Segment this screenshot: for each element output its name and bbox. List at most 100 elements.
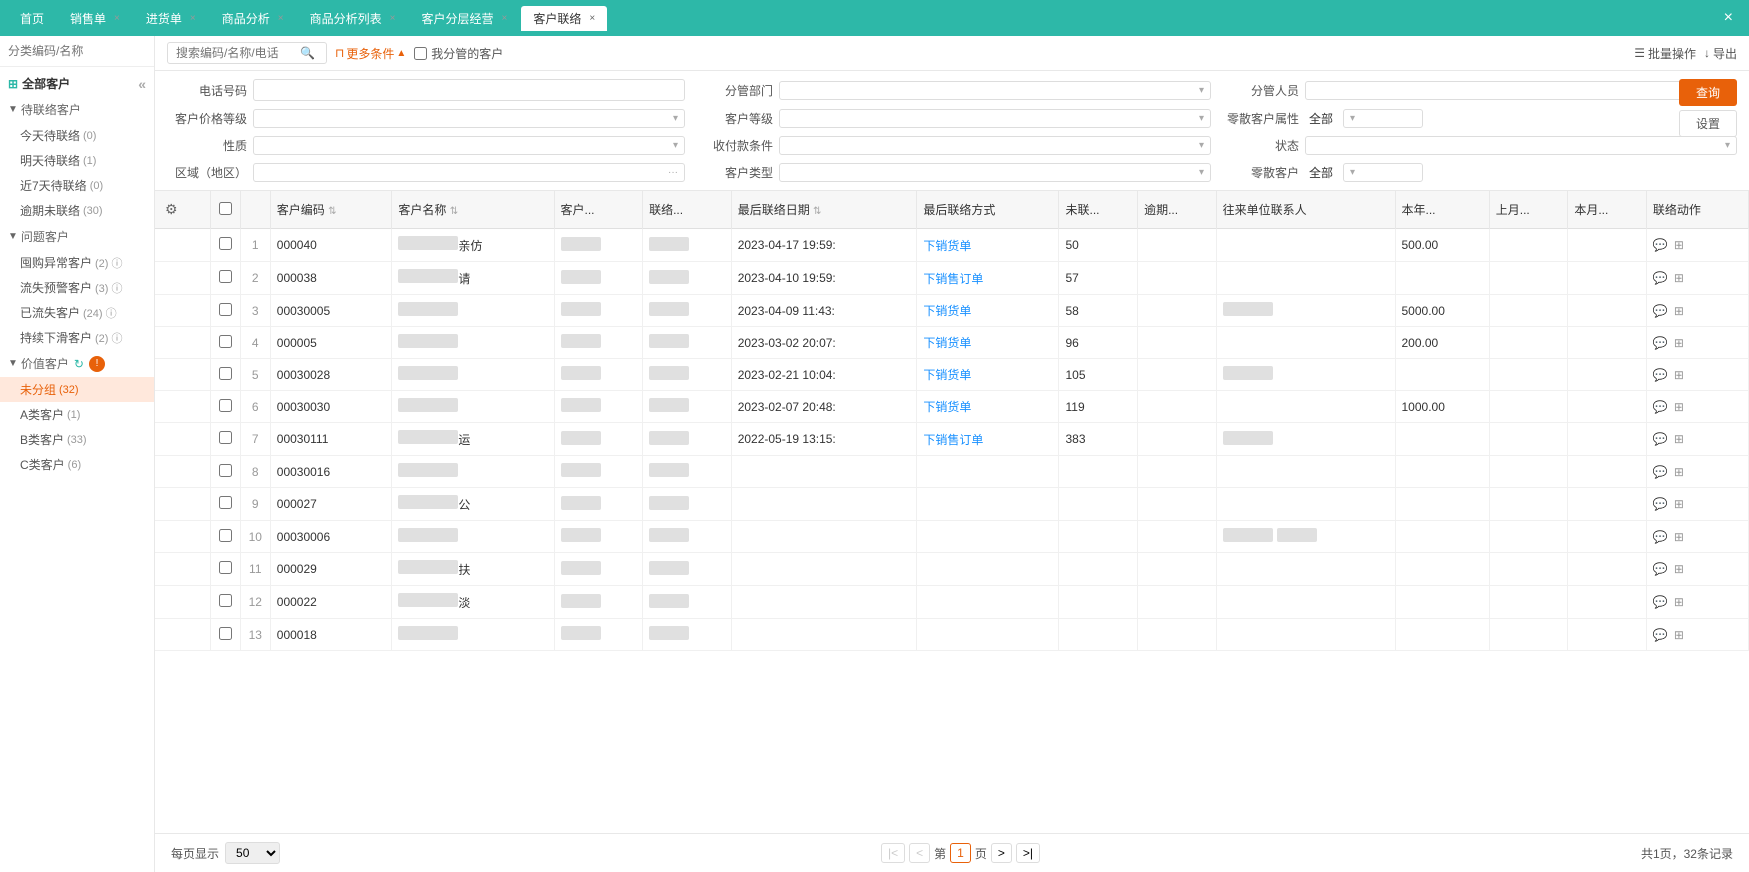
sidebar-item-tomorrow-pending[interactable]: 明天待联络 (1) xyxy=(0,148,154,173)
more-icon[interactable]: ⊞ xyxy=(1674,368,1684,382)
col-last-contact-date[interactable]: 最后联络日期 ⇅ xyxy=(731,191,917,229)
sidebar-item-churn-warning[interactable]: 流失预警客户 (3) ⓘ xyxy=(0,275,154,300)
sidebar-item-class-b[interactable]: B类客户 (33) xyxy=(0,427,154,452)
col-this-month[interactable]: 本月... xyxy=(1568,191,1647,229)
contact-method-link[interactable]: 下销货单 xyxy=(923,368,971,382)
my-customers-checkbox-area[interactable]: 我分管的客户 xyxy=(414,45,503,62)
tab-product-analysis[interactable]: 商品分析 × xyxy=(210,6,296,31)
more-icon[interactable]: ⊞ xyxy=(1674,497,1684,511)
more-icon[interactable]: ⊞ xyxy=(1674,432,1684,446)
col-contact[interactable]: 联络... xyxy=(643,191,732,229)
sidebar-item-class-c[interactable]: C类客户 (6) xyxy=(0,452,154,477)
price-grade-select[interactable]: ▾ xyxy=(253,109,685,128)
col-no-contact[interactable]: 未联... xyxy=(1059,191,1138,229)
reset-button[interactable]: 设置 xyxy=(1679,110,1737,137)
close-all-button[interactable]: × xyxy=(1716,9,1741,27)
contact-method-link[interactable]: 下销售订单 xyxy=(923,272,983,286)
chat-icon[interactable]: 💬 xyxy=(1653,595,1668,609)
tab-customer-segment-close[interactable]: × xyxy=(501,13,507,24)
sidebar-group-value[interactable]: ▼ 价值客户 ↻ ! xyxy=(0,350,154,377)
tab-sales[interactable]: 销售单 × xyxy=(58,6,132,31)
prev-page-button[interactable]: < xyxy=(909,843,930,863)
chat-icon[interactable]: 💬 xyxy=(1653,530,1668,544)
col-name[interactable]: 客户名称 ⇅ xyxy=(392,191,554,229)
chat-icon[interactable]: 💬 xyxy=(1653,368,1668,382)
row-checkbox[interactable] xyxy=(219,367,232,380)
contact-method-link[interactable]: 下销货单 xyxy=(923,400,971,414)
sidebar-item-today-pending[interactable]: 今天待联络 (0) xyxy=(0,123,154,148)
sidebar-search-input[interactable] xyxy=(8,44,155,58)
manager-select[interactable]: ··· xyxy=(1305,81,1737,100)
collapse-sidebar-icon[interactable]: « xyxy=(138,76,146,92)
tab-purchase-close[interactable]: × xyxy=(190,13,196,24)
sidebar-item-class-a[interactable]: A类客户 (1) xyxy=(0,402,154,427)
all-customers-label[interactable]: 全部客户 xyxy=(22,75,70,92)
sidebar-item-declining[interactable]: 持续下滑客户 (2) ⓘ xyxy=(0,325,154,350)
nature-select[interactable]: ▾ xyxy=(253,136,685,155)
scatter-attr-select[interactable]: ▾ xyxy=(1343,109,1423,128)
col-last-contact-method[interactable]: 最后联络方式 xyxy=(917,191,1059,229)
sidebar-item-lost[interactable]: 已流失客户 (24) ⓘ xyxy=(0,300,154,325)
col-last-month[interactable]: 上月... xyxy=(1489,191,1568,229)
row-checkbox[interactable] xyxy=(219,594,232,607)
more-icon[interactable]: ⊞ xyxy=(1674,465,1684,479)
export-btn[interactable]: ↓ 导出 xyxy=(1704,45,1737,62)
tab-product-analysis-close[interactable]: × xyxy=(278,13,284,24)
tab-product-analysis-list-close[interactable]: × xyxy=(390,13,396,24)
more-icon[interactable]: ⊞ xyxy=(1674,628,1684,642)
tab-purchase[interactable]: 进货单 × xyxy=(134,6,208,31)
next-page-button[interactable]: > xyxy=(991,843,1012,863)
status-select[interactable]: ▾ xyxy=(1305,136,1737,155)
contact-method-link[interactable]: 下销货单 xyxy=(923,239,971,253)
my-customers-checkbox[interactable] xyxy=(414,47,427,60)
row-checkbox[interactable] xyxy=(219,335,232,348)
sidebar-item-7days-pending[interactable]: 近7天待联络 (0) xyxy=(0,173,154,198)
contact-method-link[interactable]: 下销货单 xyxy=(923,304,971,318)
batch-op-btn[interactable]: ☰ 批量操作 xyxy=(1634,45,1696,62)
dept-select[interactable]: ▾ xyxy=(779,81,1211,100)
chat-icon[interactable]: 💬 xyxy=(1653,432,1668,446)
more-icon[interactable]: ⊞ xyxy=(1674,562,1684,576)
more-icon[interactable]: ⊞ xyxy=(1674,238,1684,252)
chat-icon[interactable]: 💬 xyxy=(1653,497,1668,511)
col-overdue[interactable]: 逾期... xyxy=(1138,191,1217,229)
row-checkbox[interactable] xyxy=(219,399,232,412)
more-conditions-btn[interactable]: ⊓ 更多条件 ▲ xyxy=(335,45,406,62)
chat-icon[interactable]: 💬 xyxy=(1653,465,1668,479)
col-contact-person[interactable]: 往来单位联系人 xyxy=(1216,191,1395,229)
scatter-customer-select[interactable]: ▾ xyxy=(1343,163,1423,182)
last-page-button[interactable]: >| xyxy=(1016,843,1040,863)
search-icon[interactable]: 🔍 xyxy=(300,46,315,60)
row-checkbox[interactable] xyxy=(219,237,232,250)
refresh-icon[interactable]: ↻ xyxy=(74,357,84,371)
contact-method-link[interactable]: 下销货单 xyxy=(923,336,971,350)
row-checkbox[interactable] xyxy=(219,431,232,444)
customer-type-select[interactable]: ▾ xyxy=(779,163,1211,182)
search-button[interactable]: 查询 xyxy=(1679,79,1737,106)
sidebar-item-ungroup[interactable]: 未分组 (32) xyxy=(0,377,154,402)
chat-icon[interactable]: 💬 xyxy=(1653,400,1668,414)
chat-icon[interactable]: 💬 xyxy=(1653,304,1668,318)
chat-icon[interactable]: 💬 xyxy=(1653,628,1668,642)
col-customer[interactable]: 客户... xyxy=(554,191,643,229)
row-checkbox[interactable] xyxy=(219,270,232,283)
tab-home[interactable]: 首页 xyxy=(8,6,56,31)
region-select[interactable]: ··· xyxy=(253,163,685,182)
first-page-button[interactable]: |< xyxy=(881,843,905,863)
col-action[interactable]: 联络动作 xyxy=(1646,191,1748,229)
sidebar-group-problem[interactable]: ▼ 问题客户 xyxy=(0,223,154,250)
more-icon[interactable]: ⊞ xyxy=(1674,336,1684,350)
chat-icon[interactable]: 💬 xyxy=(1653,271,1668,285)
page-size-select[interactable]: 50 100 200 xyxy=(225,842,280,864)
row-checkbox[interactable] xyxy=(219,561,232,574)
more-icon[interactable]: ⊞ xyxy=(1674,304,1684,318)
select-all-checkbox[interactable] xyxy=(219,202,232,215)
tab-customer-segment[interactable]: 客户分层经营 × xyxy=(409,6,519,31)
sidebar-item-hoard-abnormal[interactable]: 囤购异常客户 (2) ⓘ xyxy=(0,250,154,275)
row-checkbox[interactable] xyxy=(219,627,232,640)
search-input[interactable] xyxy=(176,46,296,60)
column-settings-button[interactable]: ⚙ xyxy=(161,199,182,220)
chat-icon[interactable]: 💬 xyxy=(1653,238,1668,252)
tab-product-analysis-list[interactable]: 商品分析列表 × xyxy=(298,6,408,31)
tab-sales-close[interactable]: × xyxy=(114,13,120,24)
